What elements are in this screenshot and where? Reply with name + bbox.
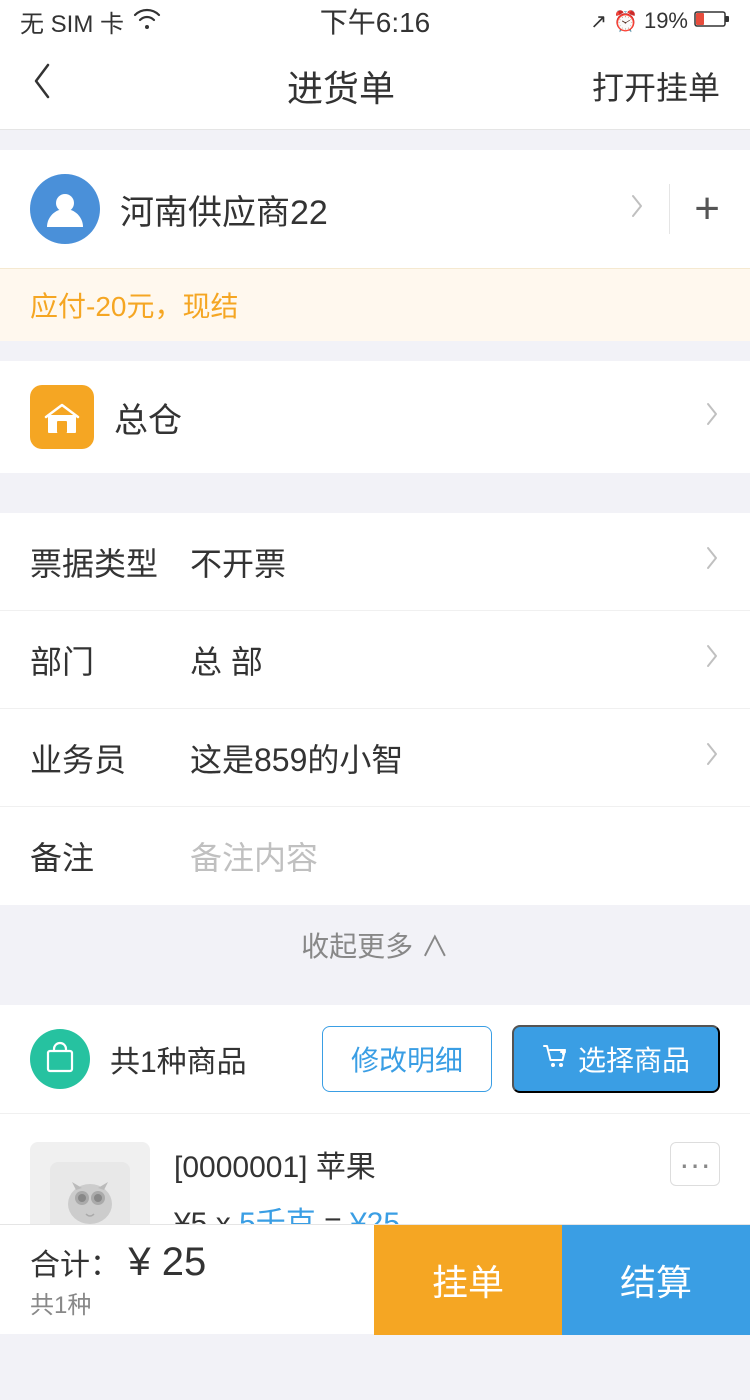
back-button[interactable] bbox=[30, 61, 90, 111]
nav-bar: 进货单 打开挂单 bbox=[0, 42, 750, 130]
collapse-bar[interactable]: 收起更多 ∧ bbox=[0, 905, 750, 985]
department-chevron-icon bbox=[704, 641, 720, 678]
department-label: 部门 bbox=[30, 637, 190, 683]
warehouse-chevron-icon bbox=[704, 399, 720, 436]
product-more-button[interactable]: ··· bbox=[670, 1142, 720, 1186]
department-value: 总 部 bbox=[190, 637, 704, 683]
section-gap-1 bbox=[0, 130, 750, 150]
ticket-type-label: 票据类型 bbox=[30, 539, 190, 585]
supplier-divider bbox=[669, 184, 670, 234]
location-icon: ↗ bbox=[590, 9, 607, 34]
notes-input[interactable]: 备注内容 bbox=[190, 833, 720, 879]
edit-detail-button[interactable]: 修改明细 bbox=[322, 1026, 492, 1092]
supplier-row[interactable]: 河南供应商22 + bbox=[0, 150, 750, 268]
form-section: 票据类型 不开票 部门 总 部 业务员 这是859的小智 备注 备注内容 bbox=[0, 493, 750, 905]
cart-icon bbox=[542, 1043, 570, 1075]
products-count-text: 共1种商品 bbox=[110, 1037, 302, 1081]
hang-button[interactable]: 挂单 bbox=[374, 1225, 562, 1335]
notes-label: 备注 bbox=[30, 833, 190, 879]
product-name: [0000001] 苹果 bbox=[174, 1142, 646, 1186]
warehouse-section[interactable]: 总仓 bbox=[0, 361, 750, 473]
department-row[interactable]: 部门 总 部 bbox=[0, 611, 750, 709]
total-row: 合计： ¥ 25 bbox=[30, 1240, 344, 1285]
total-label: 合计： bbox=[30, 1249, 120, 1282]
warehouse-name: 总仓 bbox=[114, 393, 704, 442]
status-bar: 无 SIM 卡 下午6:16 ↗ ⏰ 19% bbox=[0, 0, 750, 42]
select-product-button[interactable]: 选择商品 bbox=[512, 1025, 720, 1093]
salesperson-row[interactable]: 业务员 这是859的小智 bbox=[0, 709, 750, 807]
supplier-avatar bbox=[30, 174, 100, 244]
add-supplier-button[interactable]: + bbox=[694, 184, 720, 234]
supplier-section: 河南供应商22 + 应付-20元，现结 bbox=[0, 150, 750, 341]
select-product-label: 选择商品 bbox=[578, 1039, 690, 1079]
total-section: 合计： ¥ 25 共1种 bbox=[0, 1240, 374, 1320]
salesperson-chevron-icon bbox=[704, 739, 720, 776]
bottom-bar: 合计： ¥ 25 共1种 挂单 结算 bbox=[0, 1224, 750, 1334]
product-title: 苹果 bbox=[316, 1151, 376, 1184]
salesperson-label: 业务员 bbox=[30, 735, 190, 781]
ticket-type-chevron-icon bbox=[704, 543, 720, 580]
product-id: [0000001] bbox=[174, 1151, 307, 1184]
warehouse-icon bbox=[30, 385, 94, 449]
checkout-button[interactable]: 结算 bbox=[562, 1225, 750, 1335]
wifi-icon bbox=[132, 7, 162, 36]
supplier-name: 河南供应商22 bbox=[120, 185, 629, 234]
status-time: 下午6:16 bbox=[320, 1, 431, 41]
notice-bar: 应付-20元，现结 bbox=[0, 268, 750, 341]
products-count-icon bbox=[30, 1029, 90, 1089]
section-gap-3 bbox=[0, 985, 750, 1005]
total-sub: 共1种 bbox=[30, 1285, 344, 1320]
products-header: 共1种商品 修改明细 选择商品 bbox=[0, 1005, 750, 1113]
supplier-chevron-icon bbox=[629, 191, 645, 228]
salesperson-value: 这是859的小智 bbox=[190, 735, 704, 781]
ticket-type-value: 不开票 bbox=[190, 539, 704, 585]
collapse-label: 收起更多 ∧ bbox=[301, 931, 449, 962]
battery-icon bbox=[694, 8, 730, 34]
battery-percent: 19% bbox=[644, 8, 688, 34]
notes-row[interactable]: 备注 备注内容 bbox=[0, 807, 750, 905]
alarm-icon: ⏰ bbox=[613, 9, 638, 34]
no-sim-text: 无 SIM 卡 bbox=[20, 4, 124, 39]
page-title: 进货单 bbox=[287, 60, 395, 112]
ticket-type-row[interactable]: 票据类型 不开票 bbox=[0, 513, 750, 611]
open-hang-button[interactable]: 打开挂单 bbox=[592, 63, 720, 109]
total-amount: ¥ 25 bbox=[128, 1240, 206, 1284]
